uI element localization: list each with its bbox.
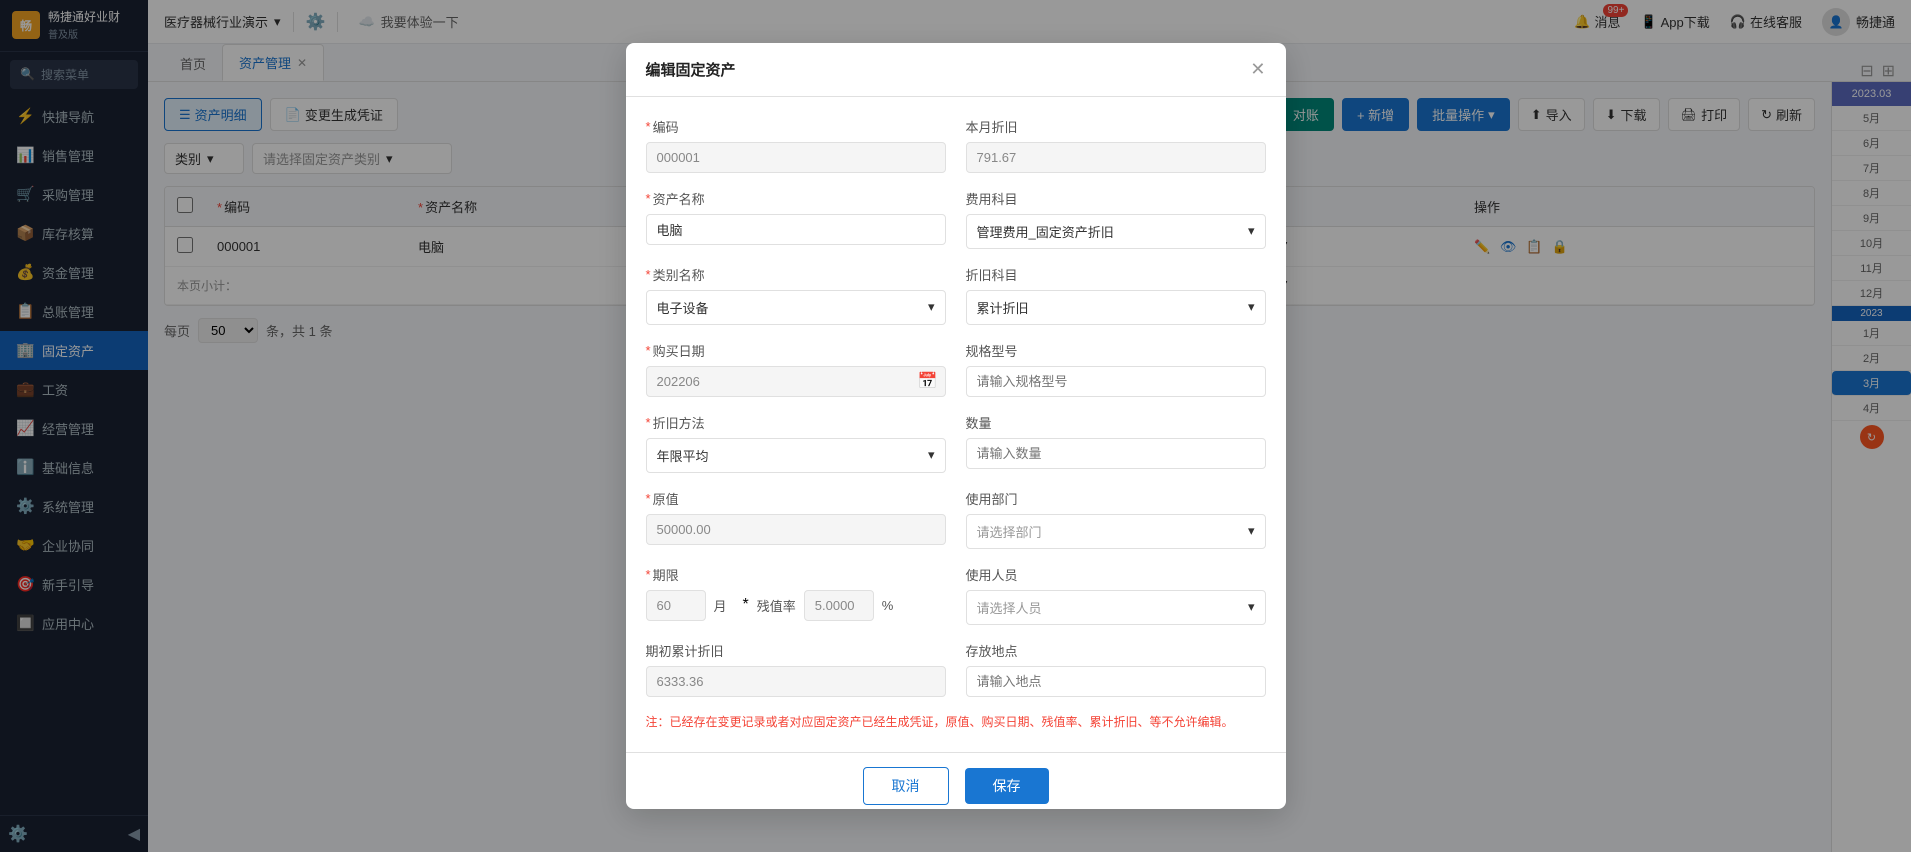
- asset-name-label: * 资产名称: [646, 189, 946, 208]
- initial-dep-input[interactable]: [646, 666, 946, 697]
- spec-model-label: 规格型号: [966, 341, 1266, 360]
- category-select[interactable]: 电子设备 ▾: [646, 290, 946, 325]
- quantity-input[interactable]: [966, 438, 1266, 469]
- department-select[interactable]: 请选择部门 ▾: [966, 514, 1266, 549]
- expense-subject-label: 费用科目: [966, 189, 1266, 208]
- form-group-dep-method: * 折旧方法 年限平均 ▾: [646, 413, 946, 473]
- expense-subject-select[interactable]: 管理费用_固定资产折旧 ▾: [966, 214, 1266, 249]
- dialog-title: 编辑固定资产: [646, 59, 736, 80]
- period-unit: 月: [714, 596, 727, 615]
- category-label: * 类别名称: [646, 265, 946, 284]
- department-label: 使用部门: [966, 489, 1266, 508]
- dep-subject-select[interactable]: 累计折旧 ▾: [966, 290, 1266, 325]
- purchase-date-input[interactable]: [646, 366, 946, 397]
- calendar-icon: 📅: [918, 371, 938, 391]
- dep-subject-label: 折旧科目: [966, 265, 1266, 284]
- initial-dep-label: 期初累计折旧: [646, 641, 946, 660]
- form-group-spec-model: 规格型号: [966, 341, 1266, 397]
- purchase-date-label: * 购买日期: [646, 341, 946, 360]
- purchase-date-wrapper: 📅: [646, 366, 946, 397]
- dialog-overlay[interactable]: 编辑固定资产 ✕ * 编码 本月折旧: [0, 0, 1911, 852]
- form-group-expense-subject: 费用科目 管理费用_固定资产折旧 ▾: [966, 189, 1266, 249]
- period-residual-row: 月 * 残值率 %: [646, 590, 946, 621]
- form-group-dep-subject: 折旧科目 累计折旧 ▾: [966, 265, 1266, 325]
- form-group-purchase-date: * 购买日期 📅: [646, 341, 946, 397]
- user-dropdown-icon: ▾: [1248, 599, 1255, 615]
- code-input[interactable]: [646, 142, 946, 173]
- form-group-category: * 类别名称 电子设备 ▾: [646, 265, 946, 325]
- asset-name-input[interactable]: [646, 214, 946, 245]
- edit-fixed-asset-dialog: 编辑固定资产 ✕ * 编码 本月折旧: [626, 43, 1286, 810]
- department-dropdown-icon: ▾: [1248, 523, 1255, 539]
- original-value-input[interactable]: [646, 514, 946, 545]
- dialog-header: 编辑固定资产 ✕: [626, 43, 1286, 97]
- form-group-monthly-dep: 本月折旧: [966, 117, 1266, 173]
- expense-subject-dropdown-icon: ▾: [1248, 223, 1255, 239]
- form-group-code: * 编码: [646, 117, 946, 173]
- form-group-user: 使用人员 请选择人员 ▾: [966, 565, 1266, 625]
- dep-subject-dropdown-icon: ▾: [1248, 299, 1255, 315]
- category-dropdown-icon: ▾: [928, 299, 935, 315]
- period-input[interactable]: [646, 590, 706, 621]
- monthly-dep-input[interactable]: [966, 142, 1266, 173]
- dialog-note: 注：已经存在变更记录或者对应固定资产已经生成凭证，原值、购买日期、残值率、累计折…: [646, 713, 1266, 732]
- dialog-body: * 编码 本月折旧 * 资产名称: [626, 97, 1286, 752]
- user-select[interactable]: 请选择人员 ▾: [966, 590, 1266, 625]
- residual-rate-unit: %: [882, 598, 894, 613]
- form-group-asset-name: * 资产名称: [646, 189, 946, 249]
- monthly-dep-label: 本月折旧: [966, 117, 1266, 136]
- original-value-label: * 原值: [646, 489, 946, 508]
- form-group-initial-dep: 期初累计折旧: [646, 641, 946, 697]
- dialog-close-btn[interactable]: ✕: [1250, 59, 1265, 80]
- user-label: 使用人员: [966, 565, 1266, 584]
- spec-model-input[interactable]: [966, 366, 1266, 397]
- form-group-department: 使用部门 请选择部门 ▾: [966, 489, 1266, 549]
- dep-method-select[interactable]: 年限平均 ▾: [646, 438, 946, 473]
- dialog-form: * 编码 本月折旧 * 资产名称: [646, 117, 1266, 697]
- form-group-quantity: 数量: [966, 413, 1266, 473]
- save-btn[interactable]: 保存: [965, 768, 1049, 804]
- location-label: 存放地点: [966, 641, 1266, 660]
- cancel-btn[interactable]: 取消: [863, 767, 949, 805]
- form-group-location: 存放地点: [966, 641, 1266, 697]
- dialog-footer: 取消 保存: [626, 752, 1286, 810]
- residual-rate-input[interactable]: [804, 590, 874, 621]
- location-input[interactable]: [966, 666, 1266, 697]
- dep-method-label: * 折旧方法: [646, 413, 946, 432]
- period-label: * 期限: [646, 565, 946, 584]
- form-group-period-residual: * 期限 月 * 残值率 %: [646, 565, 946, 625]
- quantity-label: 数量: [966, 413, 1266, 432]
- form-group-original-value: * 原值: [646, 489, 946, 549]
- residual-rate-label: 残值率: [757, 596, 796, 615]
- dep-method-dropdown-icon: ▾: [928, 447, 935, 463]
- code-label: * 编码: [646, 117, 946, 136]
